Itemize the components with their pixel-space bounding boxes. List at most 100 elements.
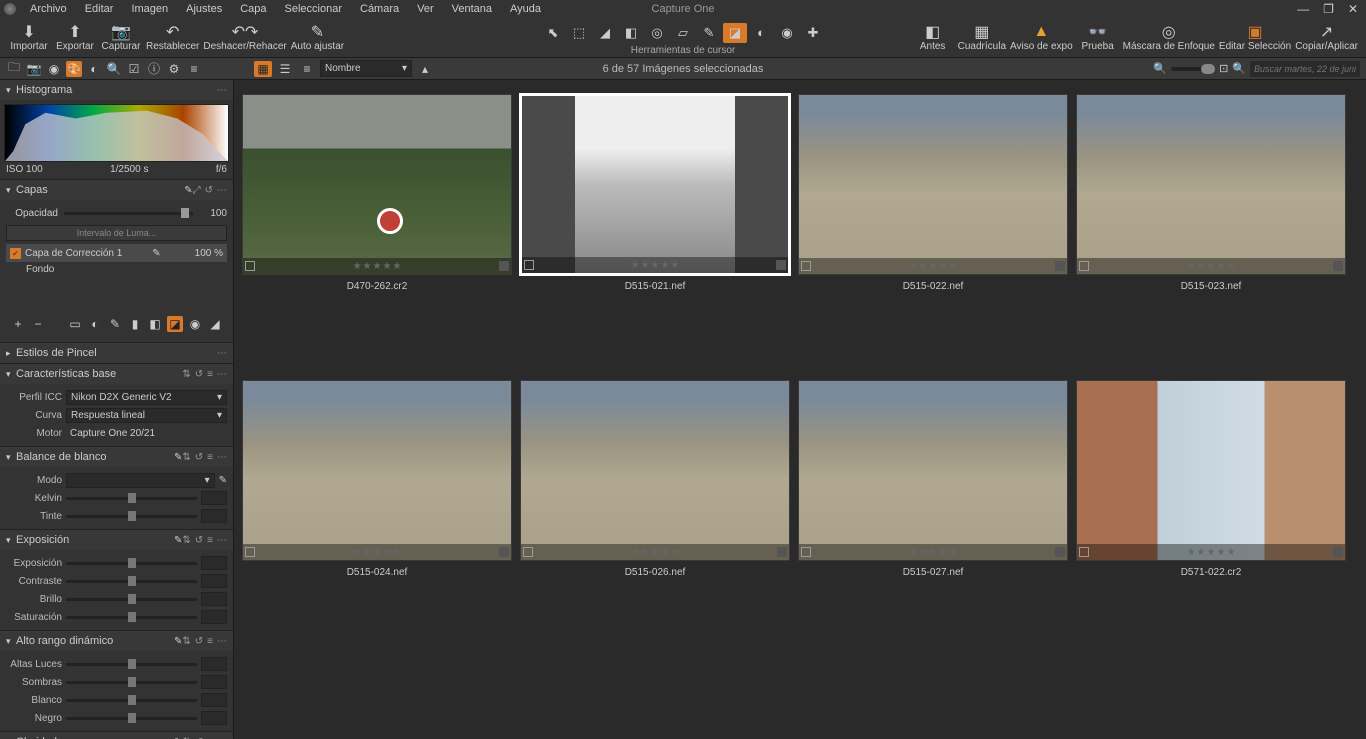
layers-header[interactable]: ▾Capas ✎ ⤢ ↺ ⋯ xyxy=(0,180,233,200)
zoom-fit-icon[interactable]: ⊡ xyxy=(1219,62,1228,75)
menu-ver[interactable]: Ver xyxy=(409,1,442,17)
panel-menu-icon[interactable]: ⋯ xyxy=(217,85,227,96)
cursor-radial-icon[interactable]: ◉ xyxy=(775,23,799,43)
thumbnail[interactable]: ★★★★★D515-026.nef xyxy=(520,380,790,578)
cuadr-cula-button[interactable]: ▦Cuadrícula xyxy=(958,18,1006,56)
settings-tab-icon[interactable]: ⚙ xyxy=(166,61,182,77)
menu-imagen[interactable]: Imagen xyxy=(123,1,176,17)
mask-grad-icon[interactable]: ◧ xyxy=(147,316,163,332)
color-tag[interactable] xyxy=(1333,261,1343,271)
color-tag[interactable] xyxy=(1055,547,1065,557)
menu-ajustes[interactable]: Ajustes xyxy=(178,1,230,17)
thumbnail[interactable]: ★★★★★D515-027.nef xyxy=(798,380,1068,578)
zoom-out-icon[interactable]: 🔍 xyxy=(1153,62,1167,75)
close-button[interactable]: ✕ xyxy=(1344,2,1362,16)
thumbnail[interactable]: ★★★★★D515-023.nef xyxy=(1076,94,1346,292)
deshacer-rehacer-button[interactable]: ↶↷Deshacer/Rehacer xyxy=(203,18,286,56)
select-checkbox[interactable] xyxy=(801,261,811,271)
luma-range-button[interactable]: Intervalo de Luma... xyxy=(6,225,227,241)
output-tab-icon[interactable]: ≡ xyxy=(186,61,202,77)
kelvin-slider[interactable] xyxy=(66,497,197,500)
mask-luma-icon[interactable]: ◢ xyxy=(207,316,223,332)
exportar-button[interactable]: ⬆Exportar xyxy=(54,18,96,56)
color-tab-icon[interactable]: 🎨 xyxy=(66,61,82,77)
blanco-slider[interactable] xyxy=(66,699,197,702)
cursor-spot-icon[interactable]: ◎ xyxy=(645,23,669,43)
view-list-icon[interactable]: ☰ xyxy=(276,61,294,77)
copiar-aplicar-button[interactable]: ↗Copiar/Aplicar xyxy=(1295,18,1358,56)
layer-visible-checkbox[interactable]: ✓ xyxy=(10,248,21,259)
opacity-slider[interactable] xyxy=(64,212,193,215)
thumbnail[interactable]: ★★★★★D571-022.cr2 xyxy=(1076,380,1346,578)
select-checkbox[interactable] xyxy=(245,261,255,271)
cursor-keystone-icon[interactable]: ◧ xyxy=(619,23,643,43)
thumbnail[interactable]: ★★★★★D515-024.nef xyxy=(242,380,512,578)
thumbnail[interactable]: ★★★★★D515-022.nef xyxy=(798,94,1068,292)
mask-invert-icon[interactable]: ◐ xyxy=(87,316,103,332)
menu-archivo[interactable]: Archivo xyxy=(22,1,75,17)
aviso-de-expo-button[interactable]: ▲Aviso de expo xyxy=(1010,18,1073,56)
panel-menu-icon[interactable]: ⋯ xyxy=(217,369,227,380)
prueba-button[interactable]: 👓Prueba xyxy=(1077,18,1119,56)
maximize-button[interactable]: ❐ xyxy=(1319,2,1338,16)
layer-mask-icon[interactable]: ✎ xyxy=(152,248,160,259)
select-checkbox[interactable] xyxy=(1079,547,1089,557)
restablecer-button[interactable]: ↶Restablecer xyxy=(146,18,199,56)
icc-profile-dropdown[interactable]: Nikon D2X Generic V2▾ xyxy=(66,390,227,405)
select-checkbox[interactable] xyxy=(524,260,534,270)
picker-icon[interactable]: ✎ xyxy=(174,452,182,463)
cursor-pen-icon[interactable]: ✎ xyxy=(697,23,721,43)
color-tag[interactable] xyxy=(1333,547,1343,557)
thumbnail[interactable]: ★★★★★D515-021.nef xyxy=(520,94,790,292)
color-tag[interactable] xyxy=(776,260,786,270)
capture-icon[interactable]: 📷 xyxy=(26,61,42,77)
select-checkbox[interactable] xyxy=(1079,261,1089,271)
cursor-eraser-icon[interactable]: ◪ xyxy=(723,23,747,43)
reset-icon[interactable]: ↺ xyxy=(195,369,203,380)
editar-selecci-n-button[interactable]: ▣Editar Selección xyxy=(1219,18,1291,56)
add-layer-icon[interactable]: + xyxy=(10,316,26,332)
minimize-button[interactable]: — xyxy=(1293,2,1313,16)
layer-correction-1[interactable]: ✓ Capa de Corrección 1 ✎ 100 % xyxy=(6,244,227,262)
sort-dropdown[interactable]: Nombre▾ xyxy=(320,60,412,77)
reset-icon[interactable]: ↺ xyxy=(205,185,213,196)
brillo-slider[interactable] xyxy=(66,598,197,601)
mask-brush-icon[interactable]: ✎ xyxy=(107,316,123,332)
menu-cámara[interactable]: Cámara xyxy=(352,1,407,17)
wb-picker-icon[interactable]: ✎ xyxy=(219,475,227,486)
mask-fill-icon[interactable]: ▮ xyxy=(127,316,143,332)
detail-tab-icon[interactable]: 🔍 xyxy=(106,61,122,77)
m-scara-de-enfoque-button[interactable]: ◎Máscara de Enfoque xyxy=(1123,18,1215,56)
select-checkbox[interactable] xyxy=(523,547,533,557)
exposure-header[interactable]: ▾Exposición ✎ ⇅↺≡⋯ xyxy=(0,530,233,550)
select-checkbox[interactable] xyxy=(801,547,811,557)
hdr-header[interactable]: ▾Alto rango dinámico ✎ ⇅↺≡⋯ xyxy=(0,631,233,651)
antes-button[interactable]: ◧Antes xyxy=(912,18,954,56)
auto-ajustar-button[interactable]: ✎Auto ajustar xyxy=(291,18,344,56)
mask-feather-icon[interactable]: ◉ xyxy=(187,316,203,332)
clarity-header[interactable]: ▾Claridad ✎ ⇅↺≡⋯ xyxy=(0,732,233,739)
brush-edit-icon[interactable]: ✎ xyxy=(184,185,192,196)
layer-background[interactable]: Fondo xyxy=(6,262,227,280)
tint-slider[interactable] xyxy=(66,515,197,518)
curve-dropdown[interactable]: Respuesta lineal▾ xyxy=(66,408,227,423)
exposure-tab-icon[interactable]: ◐ xyxy=(86,61,102,77)
brush-styles-header[interactable]: ▸Estilos de Pincel ⋯ xyxy=(0,343,233,363)
panel-menu-icon[interactable]: ⋯ xyxy=(217,348,227,359)
menu-ventana[interactable]: Ventana xyxy=(444,1,500,17)
menu-ayuda[interactable]: Ayuda xyxy=(502,1,549,17)
view-grid-icon[interactable]: ▦ xyxy=(254,61,272,77)
importar-button[interactable]: ⬇Importar xyxy=(8,18,50,56)
cursor-crop-icon[interactable]: ⬚ xyxy=(567,23,591,43)
preset-icon[interactable]: ≡ xyxy=(207,369,213,380)
copy-icon[interactable]: ⇅ xyxy=(182,369,190,380)
altas luces-slider[interactable] xyxy=(66,663,197,666)
cursor-mask-icon[interactable]: ▱ xyxy=(671,23,695,43)
color-tag[interactable] xyxy=(499,547,509,557)
color-tag[interactable] xyxy=(777,547,787,557)
wb-mode-dropdown[interactable]: ▾ xyxy=(66,473,215,488)
view-filmstrip-icon[interactable]: ≡ xyxy=(298,61,316,77)
cursor-select-icon[interactable]: ⬉ xyxy=(541,23,565,43)
mask-erase-icon[interactable]: ◪ xyxy=(167,316,183,332)
expand-icon[interactable]: ⤢ xyxy=(193,185,201,196)
